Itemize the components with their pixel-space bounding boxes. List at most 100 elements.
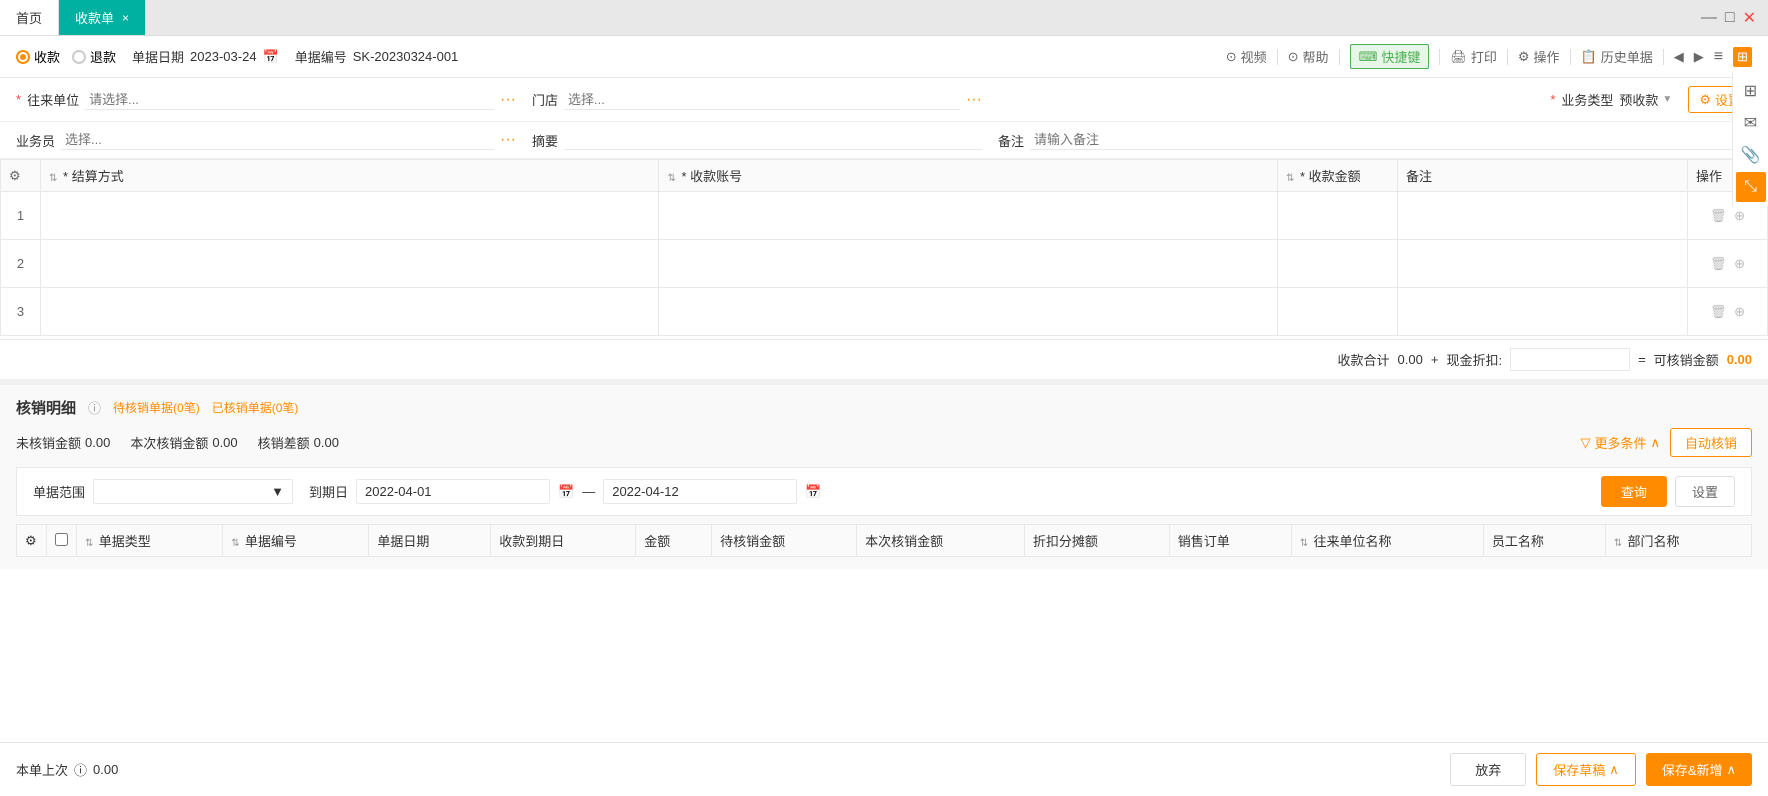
maximize-icon[interactable]: □ xyxy=(1725,9,1735,27)
table-settings-icon[interactable]: ⚙ xyxy=(9,168,21,183)
business-type-field: * 业务类型 预收款 ▼ xyxy=(1550,90,1672,109)
cell-remark[interactable] xyxy=(1397,240,1687,288)
tab-home[interactable]: 首页 xyxy=(0,0,59,35)
sort-icon: ⇅ xyxy=(667,173,675,184)
counterparty-more-btn[interactable]: ··· xyxy=(500,91,516,109)
delete-icon[interactable]: 🗑 xyxy=(1710,256,1727,271)
auto-verify-btn[interactable]: 自动核销 xyxy=(1670,428,1752,457)
sub-table-gear-icon[interactable]: ⚙ xyxy=(25,533,37,548)
select-all-checkbox[interactable] xyxy=(55,533,68,546)
cell-account-no[interactable] xyxy=(659,288,1277,336)
sidebar-table-icon[interactable]: ⊞ xyxy=(1736,76,1766,106)
bottom-info: 本单上次 ⓘ 0.00 xyxy=(16,760,118,779)
stats-row: 未核销金额 0.00 本次核销金额 0.00 核销差额 0.00 ▽ 更多条件 … xyxy=(16,428,1752,457)
shop-more-btn[interactable]: ··· xyxy=(966,91,982,109)
unverified-label: 未核销金额 xyxy=(16,433,81,452)
radio-collect[interactable]: 收款 xyxy=(16,47,60,66)
nav-prev-icon[interactable]: ◀ xyxy=(1674,49,1684,65)
more-conditions-btn[interactable]: ▽ 更多条件 ∧ xyxy=(1580,433,1660,452)
done-tab-link[interactable]: 已核销单据(0笔) xyxy=(212,399,299,416)
sort-icon: ⇅ xyxy=(1614,538,1622,549)
shortcut-btn[interactable]: ⌨ 快捷键 xyxy=(1350,44,1430,69)
sort-icon: ⇅ xyxy=(1300,538,1308,549)
verification-title: 核销明细 xyxy=(16,397,76,418)
help-btn[interactable]: ⊙ 帮助 xyxy=(1288,47,1329,66)
summary-input[interactable] xyxy=(564,130,982,150)
operations-label: 操作 xyxy=(1534,47,1560,66)
tab-close-icon[interactable]: × xyxy=(122,11,129,25)
limit-info-icon[interactable]: ⓘ xyxy=(74,760,87,779)
nav-next-icon[interactable]: ▶ xyxy=(1694,49,1704,65)
copy-icon[interactable]: ⊕ xyxy=(1734,304,1745,319)
pending-tab-link[interactable]: 待核销单据(0笔) xyxy=(113,399,200,416)
cell-remark[interactable] xyxy=(1397,288,1687,336)
cell-account-no[interactable] xyxy=(659,192,1277,240)
calendar-icon[interactable]: 📅 xyxy=(263,49,279,65)
shop-input[interactable] xyxy=(564,90,960,110)
calendar-to-icon[interactable]: 📅 xyxy=(805,484,821,500)
cell-remark[interactable] xyxy=(1397,192,1687,240)
query-btn[interactable]: 查询 xyxy=(1601,476,1667,507)
sub-col-gear: ⚙ xyxy=(17,525,47,557)
main-content: 收款 退款 单据日期 2023-03-24 📅 单据编号 SK-20230324… xyxy=(0,36,1768,796)
staff-input[interactable] xyxy=(61,130,494,150)
info-icon[interactable]: ⓘ xyxy=(88,398,101,417)
counterparty-input[interactable] xyxy=(85,90,494,110)
tab-receipt[interactable]: 收款单 × xyxy=(59,0,146,35)
video-btn[interactable]: ⊙ 视频 xyxy=(1226,47,1267,66)
calendar-from-icon[interactable]: 📅 xyxy=(558,484,574,500)
cell-amount[interactable] xyxy=(1277,192,1397,240)
unverified-stat: 未核销金额 0.00 xyxy=(16,433,110,452)
grid-view-icon[interactable]: ⊞ xyxy=(1733,47,1752,67)
cell-account-no[interactable] xyxy=(659,240,1277,288)
save-new-btn[interactable]: 保存&新增 ∧ xyxy=(1646,753,1752,786)
date-value[interactable]: 2023-03-24 xyxy=(190,49,257,64)
sidebar-email-icon[interactable]: ✉ xyxy=(1736,108,1766,138)
staff-more-btn[interactable]: ··· xyxy=(500,131,516,149)
range-select[interactable]: ▼ xyxy=(93,479,293,504)
history-label: 历史单据 xyxy=(1601,47,1653,66)
delete-icon[interactable]: 🗑 xyxy=(1710,304,1727,319)
minimize-icon[interactable]: — xyxy=(1701,9,1717,27)
radio-collect-label: 收款 xyxy=(34,47,60,66)
print-btn[interactable]: 🖨 打印 xyxy=(1450,47,1497,66)
auto-verify-label: 自动核销 xyxy=(1685,436,1737,451)
operations-btn[interactable]: ⚙ 操作 xyxy=(1518,47,1560,66)
remark-input[interactable] xyxy=(1030,130,1752,150)
range-field: 单据范围 ▼ xyxy=(33,479,293,504)
copy-icon[interactable]: ⊕ xyxy=(1734,208,1745,223)
date-from-input[interactable] xyxy=(356,479,550,504)
table-row: 2 🗑 ⊕ xyxy=(1,240,1768,288)
sub-settings-btn[interactable]: 设置 xyxy=(1675,476,1735,507)
history-btn[interactable]: 📋 历史单据 xyxy=(1581,47,1653,66)
cell-settle-method[interactable] xyxy=(41,192,659,240)
list-view-icon[interactable]: ≡ xyxy=(1714,48,1723,66)
close-icon[interactable]: ✕ xyxy=(1743,8,1756,28)
copy-icon[interactable]: ⊕ xyxy=(1734,256,1745,271)
sidebar-attachment-icon[interactable]: 📎 xyxy=(1736,140,1766,170)
sub-table-wrapper: ⚙ ⇅ 单据类型 ⇅ 单据编号 xyxy=(16,524,1752,557)
abandon-btn[interactable]: 放弃 xyxy=(1450,753,1526,786)
settings-gear-icon: ⚙ xyxy=(1699,92,1711,108)
cash-discount-label: 现金折扣: xyxy=(1446,350,1502,369)
sub-col-pending: 待核销金额 xyxy=(712,525,857,557)
save-new-chevron-icon: ∧ xyxy=(1726,762,1736,778)
cell-settle-method[interactable] xyxy=(41,288,659,336)
sidebar-expand-icon[interactable]: ⤡ xyxy=(1736,172,1766,202)
query-btn-label: 查询 xyxy=(1621,485,1647,500)
cell-amount[interactable] xyxy=(1277,240,1397,288)
sort-icon: ⇅ xyxy=(85,538,93,549)
cash-discount-input[interactable] xyxy=(1510,348,1630,371)
divider3 xyxy=(1439,49,1440,65)
business-type-dropdown[interactable]: 预收款 ▼ xyxy=(1619,90,1672,109)
cell-amount[interactable] xyxy=(1277,288,1397,336)
radio-refund[interactable]: 退款 xyxy=(72,47,116,66)
collect-total-label: 收款合计 xyxy=(1338,350,1390,369)
delete-icon[interactable]: 🗑 xyxy=(1710,208,1727,223)
counterparty-required: * xyxy=(16,92,21,107)
draft-btn[interactable]: 保存草稿 ∧ xyxy=(1536,753,1636,786)
date-to-input[interactable] xyxy=(603,479,797,504)
cell-settle-method[interactable] xyxy=(41,240,659,288)
sub-col-counterparty: ⇅ 往来单位名称 xyxy=(1291,525,1483,557)
sub-col-doc-no: ⇅ 单据编号 xyxy=(223,525,369,557)
